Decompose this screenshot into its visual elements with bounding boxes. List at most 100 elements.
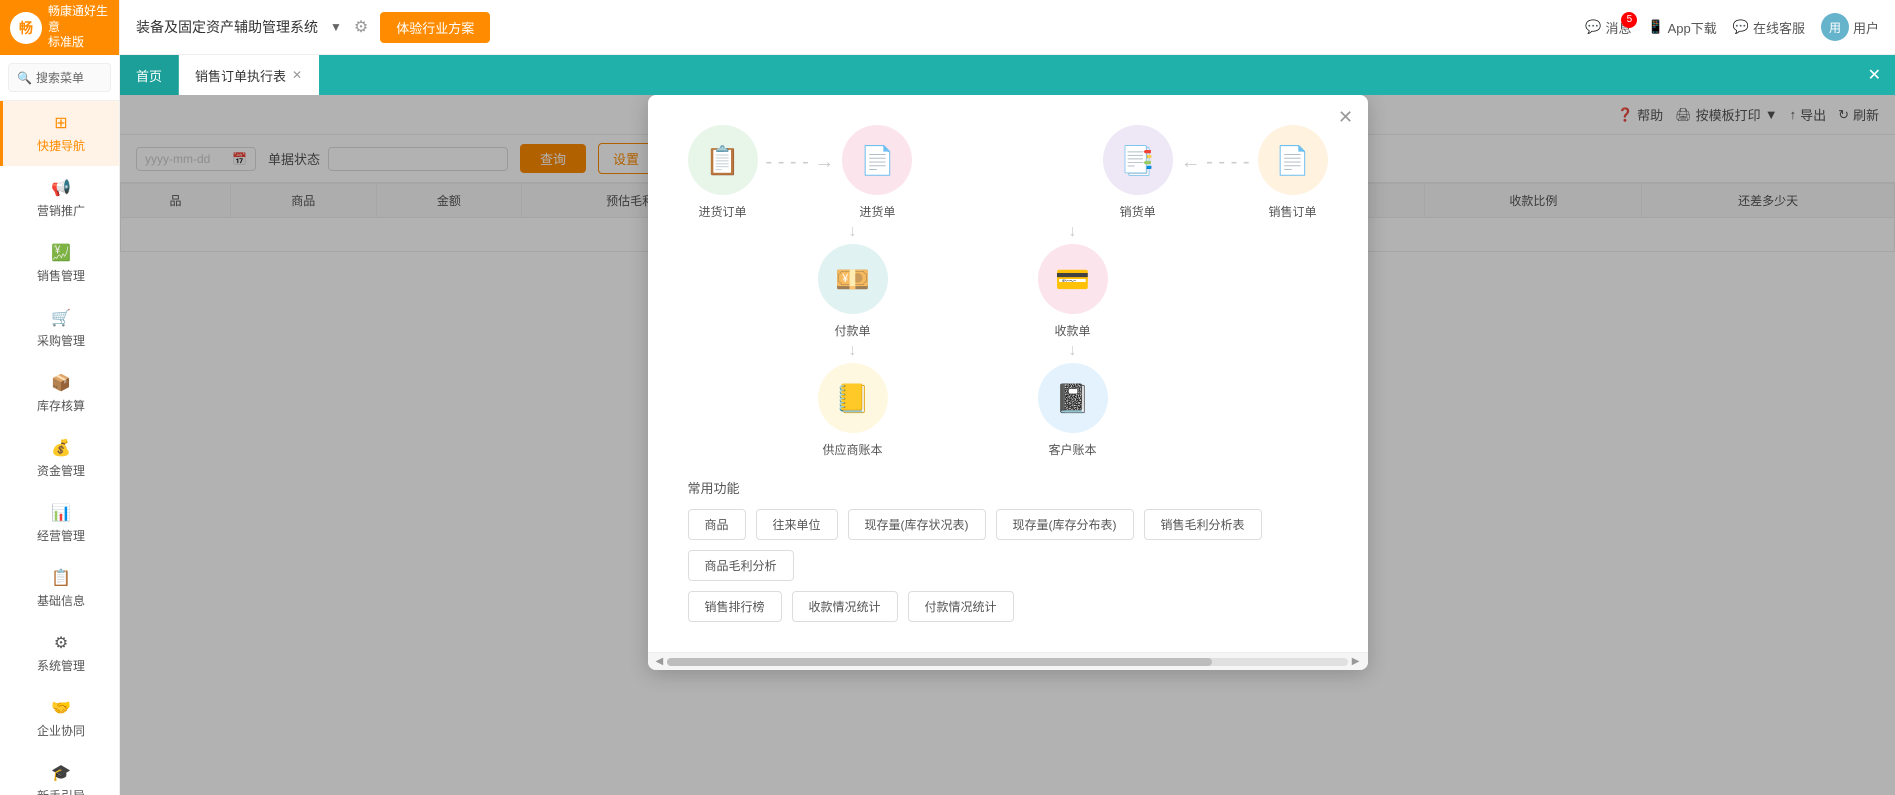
close-all-button[interactable]: ✕ <box>1854 55 1895 95</box>
flow-item-sales-order[interactable]: 📄 销售订单 <box>1258 125 1328 220</box>
sidebar-item-label: 经营管理 <box>37 527 85 544</box>
service-icon: 💬 <box>1733 19 1749 35</box>
tab-home-label: 首页 <box>136 66 162 85</box>
chevron-down-icon: ▼ <box>330 20 342 34</box>
receipt-circle: 💳 <box>1038 244 1108 314</box>
sidebar-item-newbie[interactable]: 🎓 新手引导 <box>0 751 119 795</box>
tab-bar: 首页 销售订单执行表 ✕ ✕ <box>120 55 1895 95</box>
flow-item-purchase-bill[interactable]: 📄 进货单 <box>842 125 912 220</box>
func-grid-row1: 商品 往来单位 现存量(库存状况表) 现存量(库存分布表) 销售毛利分析表 商品… <box>688 509 1328 581</box>
flow-modal: ✕ 📋 进货订单 - - - - → <box>648 95 1368 670</box>
customer-ledger-circle: 📓 <box>1038 363 1108 433</box>
sidebar-item-finance[interactable]: 💰 资金管理 <box>0 426 119 491</box>
sidebar-item-label: 系统管理 <box>37 657 85 674</box>
online-service-label: 在线客服 <box>1753 18 1805 37</box>
user-menu[interactable]: 用 用户 <box>1821 13 1879 41</box>
logo-text: 畅康通好生意 标准版 <box>48 4 109 51</box>
user-name: 用户 <box>1853 18 1879 37</box>
supplier-ledger-circle: 📒 <box>818 363 888 433</box>
sidebar-item-label: 企业协同 <box>37 722 85 739</box>
modal-overlay[interactable]: ✕ 📋 进货订单 - - - - → <box>120 95 1895 795</box>
sidebar-item-sales[interactable]: 💹 销售管理 <box>0 231 119 296</box>
operations-icon: 📊 <box>51 503 71 523</box>
flow-item-sales-bill[interactable]: 📑 销货单 <box>1103 125 1173 220</box>
flow-item-purchase-order[interactable]: 📋 进货订单 <box>688 125 758 220</box>
tab-sales-order-exec[interactable]: 销售订单执行表 ✕ <box>179 55 319 95</box>
customer-ledger-label: 客户账本 <box>1048 441 1096 458</box>
home-icon: ⊞ <box>54 113 67 133</box>
tab-home[interactable]: 首页 <box>120 55 179 95</box>
down-arrow-sales: ↓ <box>1069 224 1077 240</box>
logo-area: 畅 畅康通好生意 标准版 <box>0 0 119 55</box>
sidebar-item-operations[interactable]: 📊 经营管理 <box>0 491 119 556</box>
scroll-right-arrow[interactable]: ▶ <box>1348 656 1364 667</box>
common-functions: 常用功能 商品 往来单位 现存量(库存状况表) 现存量(库存分布表) 销售毛利分… <box>648 478 1368 652</box>
func-btn-goods[interactable]: 商品 <box>688 509 746 540</box>
flow-item-receipt[interactable]: 💳 收款单 <box>1038 244 1108 339</box>
scroll-left-arrow[interactable]: ◀ <box>652 656 668 667</box>
flow-diagram: 📋 进货订单 - - - - → 📄 进货单 <box>648 95 1368 478</box>
logo-icon: 畅 <box>10 12 42 44</box>
supplier-ledger-label: 供应商账本 <box>822 441 882 458</box>
marketing-icon: 📢 <box>51 178 71 198</box>
scroll-track[interactable] <box>667 658 1348 666</box>
tab-sales-label: 销售订单执行表 <box>195 66 286 85</box>
finance-icon: 💰 <box>51 438 71 458</box>
modal-scrollbar[interactable]: ◀ ▶ <box>648 652 1368 670</box>
flow-item-payment[interactable]: 💴 付款单 <box>818 244 888 339</box>
header-right: 💬 消息 5 📱 App下载 💬 在线客服 用 用户 <box>1585 13 1879 41</box>
system-icon: ⚙ <box>54 633 68 653</box>
sidebar-item-inventory[interactable]: 📦 库存核算 <box>0 361 119 426</box>
app-download-button[interactable]: 📱 App下载 <box>1647 18 1716 37</box>
scroll-thumb[interactable] <box>667 658 1211 666</box>
sidebar-item-quick-nav[interactable]: ⊞ 快捷导航 <box>0 101 119 166</box>
func-btn-receipt-stats[interactable]: 收款情况统计 <box>792 591 898 622</box>
func-btn-partners[interactable]: 往来单位 <box>756 509 838 540</box>
system-title: 装备及固定资产辅助管理系统 <box>136 17 318 37</box>
func-btn-payment-stats[interactable]: 付款情况统计 <box>908 591 1014 622</box>
settings-icon[interactable]: ⚙ <box>354 17 368 37</box>
message-icon: 💬 <box>1585 19 1601 35</box>
flow-item-customer-ledger[interactable]: 📓 客户账本 <box>1038 363 1108 458</box>
purchase-order-label: 进货订单 <box>698 203 746 220</box>
system-dropdown[interactable]: ▼ <box>330 20 342 34</box>
modal-close-button[interactable]: ✕ <box>1334 105 1358 129</box>
func-btn-sales-profit[interactable]: 销售毛利分析表 <box>1144 509 1262 540</box>
sidebar-item-system[interactable]: ⚙ 系统管理 <box>0 621 119 686</box>
inventory-icon: 📦 <box>51 373 71 393</box>
common-title: 常用功能 <box>688 478 1328 497</box>
func-btn-goods-profit[interactable]: 商品毛利分析 <box>688 550 794 581</box>
newbie-icon: 🎓 <box>51 763 71 783</box>
search-icon: 🔍 <box>17 71 32 85</box>
func-btn-stock-status[interactable]: 现存量(库存状况表) <box>848 509 986 540</box>
sidebar-item-enterprise[interactable]: 🤝 企业协同 <box>0 686 119 751</box>
search-menu-button[interactable]: 🔍 搜索菜单 <box>8 63 111 92</box>
sidebar-item-label: 营销推广 <box>37 202 85 219</box>
sidebar-item-label: 库存核算 <box>37 397 85 414</box>
tab-close-icon[interactable]: ✕ <box>292 68 302 82</box>
func-btn-stock-dist[interactable]: 现存量(库存分布表) <box>996 509 1134 540</box>
down-arrow-purchase: ↓ <box>849 224 857 240</box>
sidebar-item-label: 采购管理 <box>37 332 85 349</box>
purchase-icon: 🛒 <box>51 308 71 328</box>
sidebar-item-purchase[interactable]: 🛒 采购管理 <box>0 296 119 361</box>
left-arrow-1: ← - - - - <box>1173 151 1258 174</box>
search-menu-area: 🔍 搜索菜单 <box>0 55 119 101</box>
purchase-bill-label: 进货单 <box>859 203 895 220</box>
basic-info-icon: 📋 <box>51 568 71 588</box>
message-button[interactable]: 💬 消息 5 <box>1585 18 1631 37</box>
close-all-icon: ✕ <box>1868 65 1881 85</box>
online-service-button[interactable]: 💬 在线客服 <box>1733 18 1805 37</box>
sidebar-nav: ⊞ 快捷导航 📢 营销推广 💹 销售管理 🛒 采购管理 📦 库存核算 💰 资金管… <box>0 101 119 795</box>
try-solution-button[interactable]: 体验行业方案 <box>380 12 490 43</box>
func-btn-sales-rank[interactable]: 销售排行榜 <box>688 591 782 622</box>
func-grid-row2: 销售排行榜 收款情况统计 付款情况统计 <box>688 591 1328 622</box>
sidebar-item-marketing[interactable]: 📢 营销推广 <box>0 166 119 231</box>
sidebar-item-label: 新手引导 <box>37 787 85 795</box>
content-area: ❓ 帮助 🖨 按模板打印 ▼ ↑ 导出 ↻ 刷新 <box>120 95 1895 795</box>
sidebar-item-basic-info[interactable]: 📋 基础信息 <box>0 556 119 621</box>
flow-item-supplier-ledger[interactable]: 📒 供应商账本 <box>818 363 888 458</box>
avatar: 用 <box>1821 13 1849 41</box>
main-area: 装备及固定资产辅助管理系统 ▼ ⚙ 体验行业方案 💬 消息 5 📱 App下载 … <box>120 0 1895 795</box>
purchase-order-circle: 📋 <box>688 125 758 195</box>
